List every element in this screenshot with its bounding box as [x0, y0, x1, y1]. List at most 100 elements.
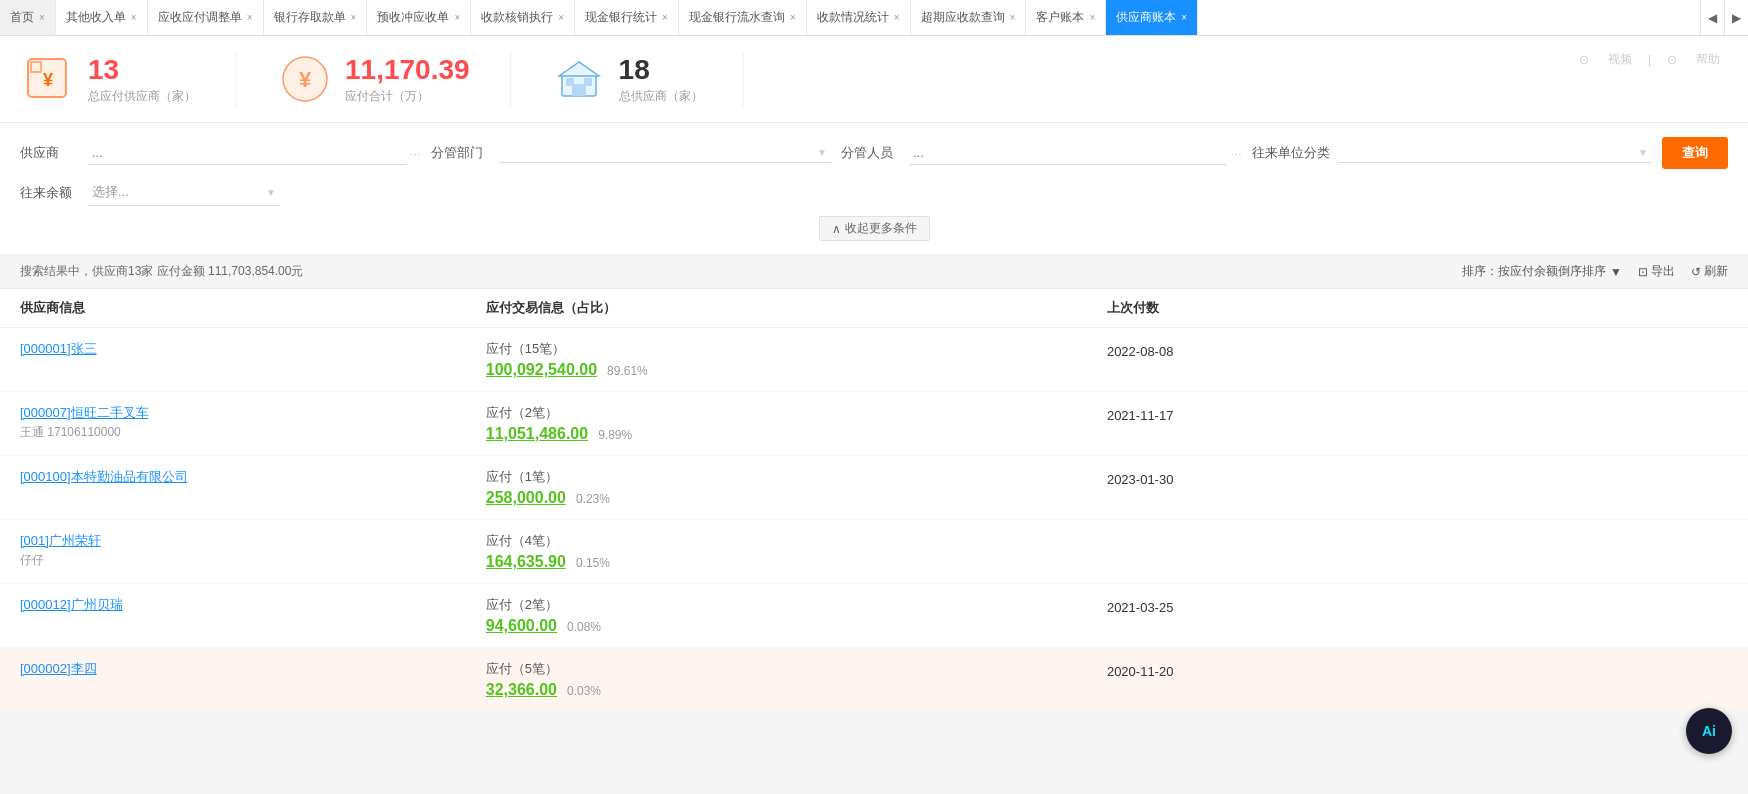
filter-row-2: 往来余额 选择... ▼: [20, 179, 1728, 206]
summary-bar: ¥ 13 总应付供应商（家） ¥ 11,170.39 应付合计（万）: [0, 36, 1748, 123]
person-input[interactable]: [909, 141, 1227, 165]
trans-amount[interactable]: 32,366.00: [486, 681, 557, 699]
tab-customer-account-close[interactable]: ×: [1089, 12, 1095, 23]
tab-bank-deposit-label: 银行存取款单: [274, 9, 346, 26]
dept-select[interactable]: ▼: [499, 143, 832, 163]
tab-bank-deposit[interactable]: 银行存取款单 ×: [264, 0, 368, 35]
col-header-transaction: 应付交易信息（占比）: [486, 299, 1107, 317]
query-button[interactable]: 查询: [1662, 137, 1728, 169]
trans-amount[interactable]: 11,051,486.00: [486, 425, 588, 443]
collapse-btn[interactable]: ∧ 收起更多条件: [819, 216, 930, 241]
person-label: 分管人员: [841, 144, 901, 162]
tab-prepay-label: 预收冲应收单: [377, 9, 449, 26]
table-body: [000001]张三 应付（15笔） 100,092,540.00 89.61%…: [0, 328, 1748, 712]
trans-amount[interactable]: 164,635.90: [486, 553, 566, 571]
filter-balance: 往来余额 选择... ▼: [20, 179, 280, 206]
cell-transaction: 应付（2笔） 94,600.00 0.08%: [486, 596, 1107, 635]
result-right: 排序：按应付余额倒序排序 ▼ ⊡ 导出 ↺ 刷新: [1462, 263, 1728, 280]
supplier-link[interactable]: [000002]李四: [20, 660, 486, 678]
export-btn[interactable]: ⊡ 导出: [1638, 263, 1675, 280]
tab-receipt-stat[interactable]: 收款情况统计 ×: [807, 0, 911, 35]
tab-receipt-stat-close[interactable]: ×: [894, 12, 900, 23]
tab-prepay-close[interactable]: ×: [454, 12, 460, 23]
supplier-link[interactable]: [000001]张三: [20, 340, 486, 358]
tab-other-income[interactable]: 其他收入单 ×: [56, 0, 148, 35]
tab-bank-deposit-close[interactable]: ×: [351, 12, 357, 23]
trans-amount[interactable]: 258,000.00: [486, 489, 566, 507]
cell-supplier: [000007]恒旺二手叉车 王通 17106110000: [20, 404, 486, 441]
tab-receipt-verify[interactable]: 收款核销执行 ×: [471, 0, 575, 35]
sort-select[interactable]: 排序：按应付余额倒序排序 ▼: [1462, 263, 1622, 280]
supplier-link[interactable]: [000007]恒旺二手叉车: [20, 404, 486, 422]
nav-prev-btn[interactable]: ◀: [1700, 0, 1724, 36]
tab-other-income-close[interactable]: ×: [131, 12, 137, 23]
table-row: [000100]本特勤油品有限公司 应付（1笔） 258,000.00 0.23…: [0, 456, 1748, 520]
cell-transaction: 应付（5笔） 32,366.00 0.03%: [486, 660, 1107, 699]
tab-cash-bank-flow[interactable]: 现金银行流水查询 ×: [679, 0, 807, 35]
yen-icon: ¥: [277, 51, 333, 107]
refresh-label: 刷新: [1704, 263, 1728, 280]
supplier-input[interactable]: [88, 141, 406, 165]
table-row: [000001]张三 应付（15笔） 100,092,540.00 89.61%…: [0, 328, 1748, 392]
category-chevron-icon: ▼: [1638, 147, 1648, 158]
trans-label: 应付（5笔）: [486, 660, 1107, 678]
tab-ap-adjust-close[interactable]: ×: [247, 12, 253, 23]
table-header: 供应商信息 应付交易信息（占比） 上次付数: [0, 289, 1748, 328]
tab-receipt-verify-label: 收款核销执行: [481, 9, 553, 26]
tab-home-close[interactable]: ×: [39, 12, 45, 23]
supplier-link[interactable]: [001]广州荣轩: [20, 532, 486, 550]
tab-overdue-close[interactable]: ×: [1010, 12, 1016, 23]
summary-amount-text: 11,170.39 应付合计（万）: [345, 53, 470, 106]
trans-percent: 0.08%: [567, 620, 601, 634]
trans-row: 32,366.00 0.03%: [486, 681, 1107, 699]
balance-select[interactable]: 选择... ▼: [88, 179, 280, 206]
summary-ap-label: 总应付供应商（家）: [88, 88, 196, 105]
person-more-icon[interactable]: ···: [1231, 146, 1242, 161]
tab-cash-bank-stat-close[interactable]: ×: [662, 12, 668, 23]
tab-supplier-account-close[interactable]: ×: [1181, 12, 1187, 23]
tab-customer-account[interactable]: 客户账本 ×: [1026, 0, 1106, 35]
tab-cash-bank-flow-close[interactable]: ×: [790, 12, 796, 23]
cell-last-payment: [1107, 532, 1418, 536]
cell-last-payment: 2022-08-08: [1107, 340, 1418, 359]
cell-supplier: [000012]广州贝瑞: [20, 596, 486, 616]
supplier-link[interactable]: [000012]广州贝瑞: [20, 596, 486, 614]
refresh-icon: ↺: [1691, 265, 1701, 279]
trans-percent: 9.89%: [598, 428, 632, 442]
tab-ap-adjust-label: 应收应付调整单: [158, 9, 242, 26]
tab-cash-bank-flow-label: 现金银行流水查询: [689, 9, 785, 26]
export-label: 导出: [1651, 263, 1675, 280]
tab-home[interactable]: 首页 ×: [0, 0, 56, 35]
help-link[interactable]: ⊙ 帮助: [1659, 51, 1728, 68]
tab-receipt-verify-close[interactable]: ×: [558, 12, 564, 23]
category-select[interactable]: ▼: [1338, 143, 1653, 163]
svg-rect-8: [566, 78, 574, 86]
sort-chevron-icon: ▼: [1610, 265, 1622, 279]
trans-amount[interactable]: 94,600.00: [486, 617, 557, 635]
filter-supplier: 供应商 ···: [20, 141, 421, 165]
summary-total-ap-amount: ¥ 11,170.39 应付合计（万）: [277, 51, 511, 107]
trans-label: 应付（4笔）: [486, 532, 1107, 550]
video-link[interactable]: ⊙ 视频: [1571, 51, 1640, 68]
tab-cash-bank-stat[interactable]: 现金银行统计 ×: [575, 0, 679, 35]
trans-row: 258,000.00 0.23%: [486, 489, 1107, 507]
cell-last-payment: 2021-03-25: [1107, 596, 1418, 615]
trans-label: 应付（15笔）: [486, 340, 1107, 358]
trans-amount[interactable]: 100,092,540.00: [486, 361, 597, 379]
trans-label: 应付（1笔）: [486, 468, 1107, 486]
help-icon: ⊙: [1667, 53, 1677, 67]
tab-supplier-account[interactable]: 供应商账本 ×: [1106, 0, 1198, 35]
video-label: 视频: [1608, 51, 1632, 68]
cell-transaction: 应付（15笔） 100,092,540.00 89.61%: [486, 340, 1107, 379]
cell-supplier: [000100]本特勤油品有限公司: [20, 468, 486, 488]
tab-supplier-account-label: 供应商账本: [1116, 9, 1176, 26]
supplier-more-icon[interactable]: ···: [410, 146, 421, 161]
supplier-link[interactable]: [000100]本特勤油品有限公司: [20, 468, 486, 486]
refresh-btn[interactable]: ↺ 刷新: [1691, 263, 1728, 280]
tab-overdue[interactable]: 超期应收款查询 ×: [911, 0, 1027, 35]
svg-text:¥: ¥: [43, 70, 53, 90]
tab-ap-adjust[interactable]: 应收应付调整单 ×: [148, 0, 264, 35]
tab-prepay[interactable]: 预收冲应收单 ×: [367, 0, 471, 35]
summary-ap-number: 13: [88, 53, 196, 87]
nav-next-btn[interactable]: ▶: [1724, 0, 1748, 36]
